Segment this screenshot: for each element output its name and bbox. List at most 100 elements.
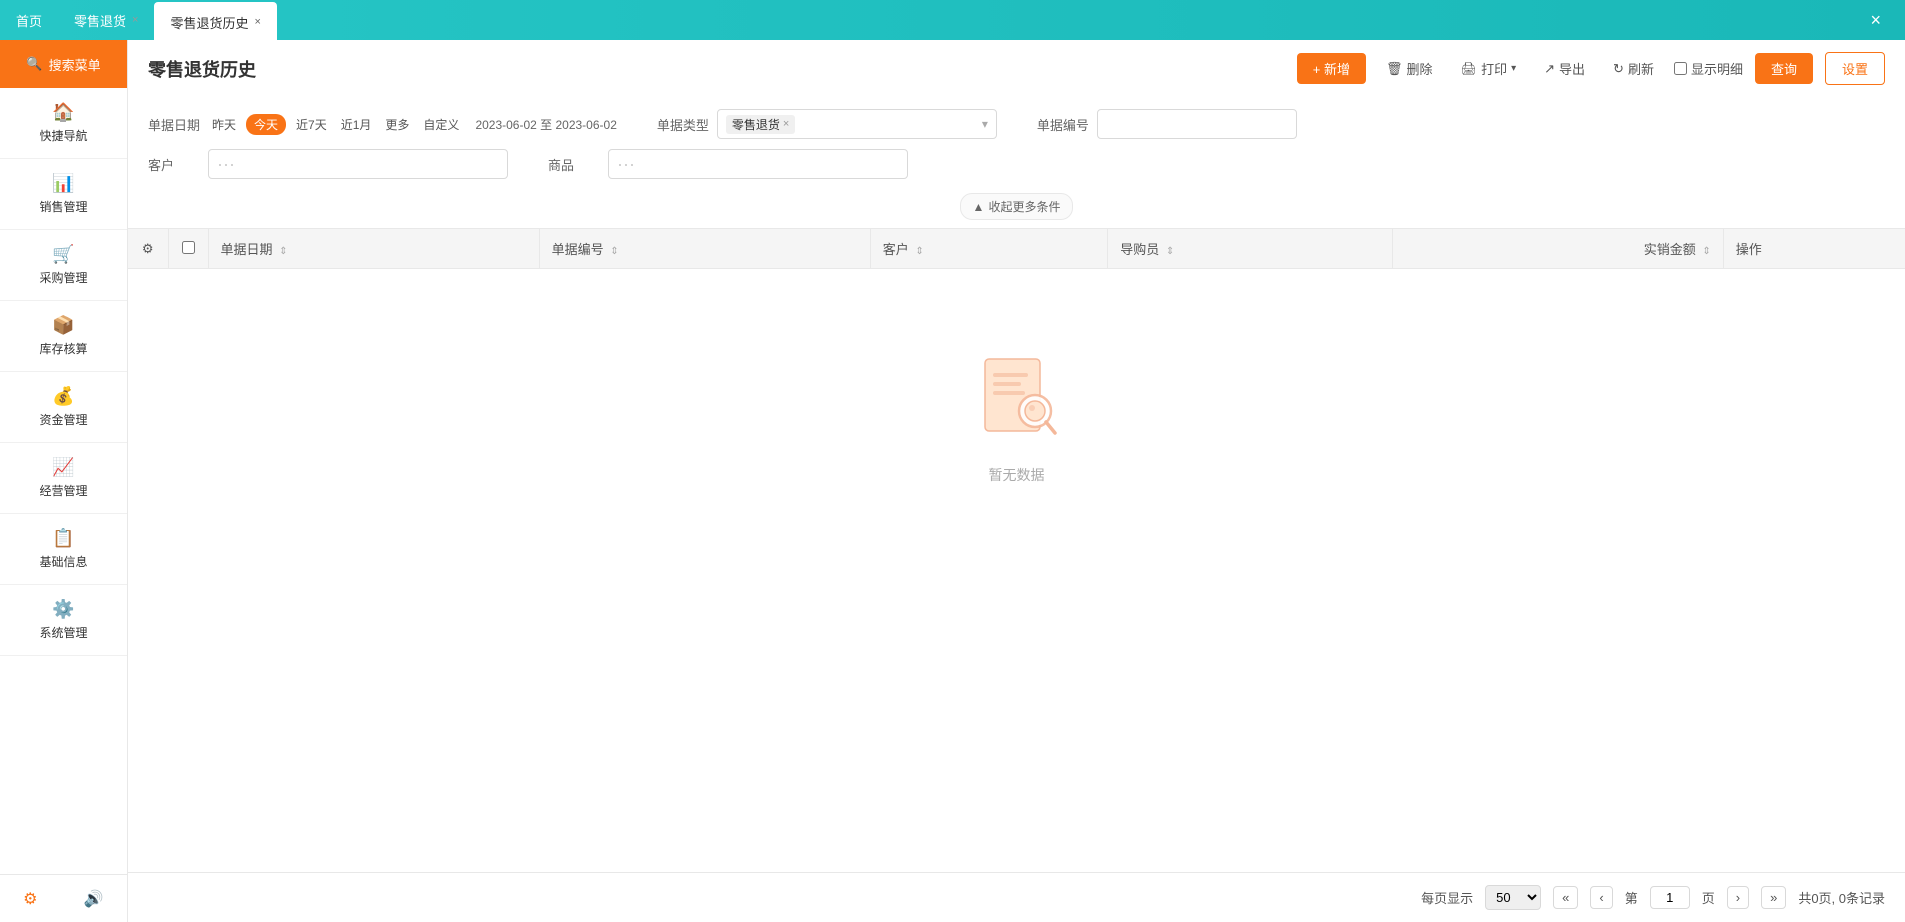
system-mgmt-icon: ⚙️ [52, 599, 74, 620]
settings-gear-icon[interactable]: ⚙ [23, 889, 37, 909]
per-page-select[interactable]: 10 20 50 100 [1485, 885, 1541, 910]
tab-retail-return-close[interactable]: × [132, 14, 138, 26]
prev-page-button[interactable]: ‹ [1590, 886, 1612, 909]
top-bar: 首页 零售退货 × 零售退货历史 × × [0, 0, 1905, 40]
th-voucher-date[interactable]: 单据日期 ⇕ [208, 229, 539, 269]
tab-retail-return-history[interactable]: 零售退货历史 × [154, 2, 276, 42]
goods-input[interactable]: ··· [608, 149, 908, 179]
voucher-type-label: 单据类型 [657, 115, 717, 134]
th-actual-amount-label: 实销金额 [1644, 242, 1696, 257]
table-header-row: ⚙ 单据日期 ⇕ 单据编号 ⇕ [128, 229, 1905, 269]
sidebar-search[interactable]: 🔍 搜索菜单 [0, 40, 127, 88]
window-close-button[interactable]: × [1862, 10, 1889, 31]
th-guide[interactable]: 导购员 ⇕ [1108, 229, 1392, 269]
sidebar-item-purchase-mgmt[interactable]: 🛒 采购管理 [0, 230, 127, 301]
empty-row: 暂无数据 [128, 269, 1905, 566]
refresh-button[interactable]: ↻ 刷新 [1605, 55, 1662, 82]
sidebar-item-sales-mgmt[interactable]: 📊 销售管理 [0, 159, 127, 230]
th-voucher-no[interactable]: 单据编号 ⇕ [539, 229, 870, 269]
sidebar-item-system-mgmt[interactable]: ⚙️ 系统管理 [0, 585, 127, 656]
gear-icon: ⚙ [142, 241, 154, 256]
th-voucher-no-label: 单据编号 [552, 242, 604, 257]
voucher-type-tag: 零售退货 × [726, 115, 795, 134]
empty-state-icon [967, 349, 1067, 449]
data-table: ⚙ 单据日期 ⇕ 单据编号 ⇕ [128, 229, 1905, 565]
date-option-1month[interactable]: 近1月 [337, 114, 376, 135]
th-operation: 操作 [1723, 229, 1905, 269]
content-area: 零售退货历史 + 新增 🗑 删除 🖨 打印 ▾ ↗ 导出 [128, 40, 1905, 922]
inventory-icon: 📦 [52, 315, 74, 336]
export-button[interactable]: ↗ 导出 [1536, 55, 1593, 82]
show-detail-checkbox[interactable] [1674, 62, 1687, 75]
pagination-bar: 每页显示 10 20 50 100 « ‹ 第 页 › » 共0页, 0条记录 [128, 872, 1905, 922]
th-customer[interactable]: 客户 ⇕ [870, 229, 1108, 269]
date-option-7days[interactable]: 近7天 [292, 114, 331, 135]
date-options: 昨天 今天 近7天 近1月 更多 自定义 [208, 114, 463, 135]
customer-label: 客户 [148, 155, 208, 174]
th-checkbox[interactable] [168, 229, 208, 269]
page-actions: + 新增 🗑 删除 🖨 打印 ▾ ↗ 导出 ↻ [1297, 52, 1885, 85]
voucher-type-dropdown-icon: ▾ [982, 117, 988, 131]
th-actual-amount[interactable]: 实销金额 ⇕ [1392, 229, 1723, 269]
collapse-row: ▲ 收起更多条件 [148, 189, 1885, 228]
sort-voucher-no-icon: ⇕ [610, 246, 618, 257]
operations-icon: 📈 [52, 457, 74, 478]
sort-actual-amount-icon: ⇕ [1702, 246, 1710, 257]
sidebar-item-quick-nav[interactable]: 🏠 快捷导航 [0, 88, 127, 159]
sidebar-item-basic-info[interactable]: 📋 基础信息 [0, 514, 127, 585]
page-header: 零售退货历史 + 新增 🗑 删除 🖨 打印 ▾ ↗ 导出 [128, 40, 1905, 229]
delete-button[interactable]: 🗑 删除 [1378, 55, 1441, 82]
voucher-type-tag-remove[interactable]: × [783, 118, 789, 130]
voucher-type-input[interactable]: 零售退货 × ▾ [717, 109, 997, 139]
print-button[interactable]: 🖨 打印 ▾ [1453, 55, 1525, 82]
date-option-yesterday[interactable]: 昨天 [208, 114, 240, 135]
sidebar-nav: 🏠 快捷导航 📊 销售管理 🛒 采购管理 📦 库存核算 💰 资金管理 📈 [0, 88, 127, 874]
per-page-label: 每页显示 [1421, 888, 1473, 907]
filter-row-1: 单据日期 昨天 今天 近7天 近1月 更多 自定义 2023-06-02 至 2… [148, 109, 1885, 139]
collapse-button[interactable]: ▲ 收起更多条件 [960, 193, 1074, 220]
purchase-icon: 🛒 [52, 244, 74, 265]
total-info: 共0页, 0条记录 [1798, 888, 1885, 907]
main-layout: 🔍 搜索菜单 🏠 快捷导航 📊 销售管理 🛒 采购管理 📦 库存核算 💰 [0, 40, 1905, 922]
tab-retail-return-history-close[interactable]: × [254, 16, 260, 28]
current-page-input[interactable] [1650, 886, 1690, 909]
collapse-icon: ▲ [973, 200, 985, 214]
sidebar-item-operations[interactable]: 📈 经营管理 [0, 443, 127, 514]
empty-text: 暂无数据 [989, 465, 1045, 485]
last-page-button[interactable]: » [1761, 886, 1786, 909]
voucher-no-label: 单据编号 [1037, 115, 1097, 134]
customer-dots: ··· [217, 154, 235, 175]
select-all-checkbox[interactable] [182, 241, 195, 254]
tab-home[interactable]: 首页 [0, 0, 58, 40]
customer-input[interactable]: ··· [208, 149, 508, 179]
th-voucher-date-label: 单据日期 [221, 242, 273, 257]
sidebar: 🔍 搜索菜单 🏠 快捷导航 📊 销售管理 🛒 采购管理 📦 库存核算 💰 [0, 40, 128, 922]
query-button[interactable]: 查询 [1755, 53, 1813, 84]
volume-icon[interactable]: 🔊 [84, 889, 104, 909]
voucher-no-input[interactable] [1097, 109, 1297, 139]
th-gear[interactable]: ⚙ [128, 229, 168, 269]
page-label: 第 [1625, 888, 1638, 907]
settings-button[interactable]: 设置 [1825, 52, 1885, 85]
page-title: 零售退货历史 [148, 56, 256, 82]
next-page-button[interactable]: › [1727, 886, 1749, 909]
sort-customer-icon: ⇕ [915, 246, 923, 257]
show-detail-checkbox-label[interactable]: 显示明细 [1674, 59, 1743, 78]
search-icon: 🔍 [26, 56, 42, 72]
first-page-button[interactable]: « [1553, 886, 1578, 909]
filter-area: 单据日期 昨天 今天 近7天 近1月 更多 自定义 2023-06-02 至 2… [148, 97, 1885, 228]
sidebar-bottom: ⚙ 🔊 [0, 874, 127, 922]
refresh-icon: ↻ [1613, 61, 1624, 77]
table-body: 暂无数据 [128, 269, 1905, 566]
add-button[interactable]: + 新增 [1297, 53, 1366, 84]
date-option-more[interactable]: 更多 [381, 114, 413, 135]
sort-voucher-date-icon: ⇕ [279, 246, 287, 257]
sidebar-item-finance[interactable]: 💰 资金管理 [0, 372, 127, 443]
tab-retail-return[interactable]: 零售退货 × [58, 0, 154, 40]
th-customer-label: 客户 [883, 242, 909, 257]
page-unit: 页 [1702, 888, 1715, 907]
date-option-custom[interactable]: 自定义 [419, 114, 463, 135]
delete-icon: 🗑 [1386, 61, 1403, 77]
date-option-today[interactable]: 今天 [246, 114, 286, 135]
sidebar-item-inventory[interactable]: 📦 库存核算 [0, 301, 127, 372]
